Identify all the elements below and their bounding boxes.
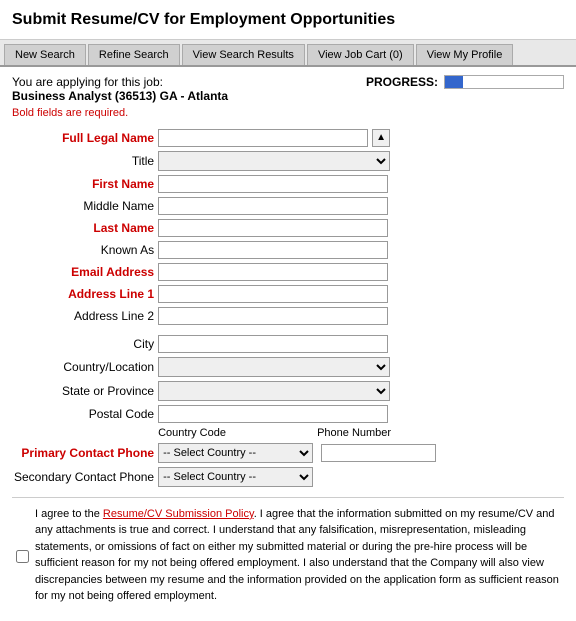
main-content: You are applying for this job: Business … [0, 67, 576, 621]
applying-text: You are applying for this job: [12, 75, 228, 89]
label-first-name: First Name [12, 173, 156, 195]
label-email-address: Email Address [12, 261, 156, 283]
phone-subheader-spacer [12, 425, 156, 441]
policy-link[interactable]: Resume/CV Submission Policy [103, 508, 254, 520]
row-middle-name: Middle Name [12, 195, 564, 217]
progress-bar-inner [445, 76, 463, 88]
label-state-province: State or Province [12, 379, 156, 403]
label-full-legal-name: Full Legal Name [12, 127, 156, 149]
row-full-legal-name: Full Legal Name ▲ [12, 127, 564, 149]
select-secondary-phone-cc[interactable]: -- Select Country -- [158, 467, 313, 487]
phone-subheader-row: Country Code Phone Number [12, 425, 564, 441]
row-state-province: State or Province [12, 379, 564, 403]
agreement-section: I agree to the Resume/CV Submission Poli… [12, 497, 564, 613]
input-email-address[interactable] [158, 263, 388, 281]
select-primary-phone-cc[interactable]: -- Select Country -- [158, 443, 313, 463]
label-address-line-2: Address Line 2 [12, 305, 156, 327]
row-first-name: First Name [12, 173, 564, 195]
input-cell-email-address [156, 261, 564, 283]
agreement-checkbox[interactable] [16, 508, 29, 605]
input-cell-full-legal-name: ▲ [156, 127, 564, 149]
label-known-as: Known As [12, 239, 156, 261]
tab-bar: New Search Refine Search View Search Res… [0, 40, 576, 67]
row-known-as: Known As [12, 239, 564, 261]
input-cell-state-province [156, 379, 564, 403]
row-email-address: Email Address [12, 261, 564, 283]
input-cell-address-line-1 [156, 283, 564, 305]
phone-number-header: Phone Number [317, 427, 391, 439]
tab-view-my-profile[interactable]: View My Profile [416, 44, 514, 65]
agreement-rest: . I agree that the information submitted… [35, 508, 559, 603]
row-postal-code: Postal Code [12, 403, 564, 425]
agreement-body: I agree to the Resume/CV Submission Poli… [35, 506, 560, 605]
input-full-legal-name[interactable] [158, 129, 368, 147]
row-address-line-2: Address Line 2 [12, 305, 564, 327]
phone-subheader-cell: Country Code Phone Number [156, 425, 564, 441]
input-city[interactable] [158, 335, 388, 353]
select-country-location[interactable] [158, 357, 390, 377]
row-primary-phone: Primary Contact Phone -- Select Country … [12, 441, 564, 465]
label-secondary-phone: Secondary Contact Phone [12, 465, 156, 489]
label-title: Title [12, 149, 156, 173]
input-last-name[interactable] [158, 219, 388, 237]
input-cell-country-location [156, 355, 564, 379]
label-country-location: Country/Location [12, 355, 156, 379]
agreement-prefix: I agree to the [35, 508, 103, 520]
job-title: Business Analyst (36513) GA - Atlanta [12, 89, 228, 103]
label-postal-code: Postal Code [12, 403, 156, 425]
input-postal-code[interactable] [158, 405, 388, 423]
label-address-line-1: Address Line 1 [12, 283, 156, 305]
input-cell-title [156, 149, 564, 173]
page-header: Submit Resume/CV for Employment Opportun… [0, 0, 576, 40]
tab-new-search[interactable]: New Search [4, 44, 86, 65]
input-address-line-2[interactable] [158, 307, 388, 325]
input-cell-postal-code [156, 403, 564, 425]
phone-cc-header: Country Code [158, 427, 313, 439]
row-city: City [12, 333, 564, 355]
label-middle-name: Middle Name [12, 195, 156, 217]
row-secondary-phone: Secondary Contact Phone -- Select Countr… [12, 465, 564, 489]
input-cell-first-name [156, 173, 564, 195]
input-cell-primary-phone: -- Select Country -- [156, 441, 564, 465]
tab-refine-search[interactable]: Refine Search [88, 44, 180, 65]
form-table: Full Legal Name ▲ Title First Name [12, 127, 564, 489]
input-cell-city [156, 333, 564, 355]
input-primary-phone-number[interactable] [321, 444, 436, 462]
row-title: Title [12, 149, 564, 173]
input-cell-middle-name [156, 195, 564, 217]
input-middle-name[interactable] [158, 197, 388, 215]
page-title: Submit Resume/CV for Employment Opportun… [12, 10, 564, 31]
row-address-line-1: Address Line 1 [12, 283, 564, 305]
label-last-name: Last Name [12, 217, 156, 239]
progress-label: PROGRESS: [366, 75, 438, 89]
select-title[interactable] [158, 151, 390, 171]
full-legal-name-icon[interactable]: ▲ [372, 129, 390, 147]
input-cell-known-as [156, 239, 564, 261]
required-note: Bold fields are required. [12, 107, 564, 119]
agreement-text: I agree to the Resume/CV Submission Poli… [16, 506, 560, 605]
progress-bar-outer [444, 75, 564, 89]
label-city: City [12, 333, 156, 355]
input-cell-last-name [156, 217, 564, 239]
job-info-row: You are applying for this job: Business … [12, 75, 564, 103]
tab-view-job-cart[interactable]: View Job Cart (0) [307, 44, 414, 65]
input-first-name[interactable] [158, 175, 388, 193]
input-cell-address-line-2 [156, 305, 564, 327]
row-country-location: Country/Location [12, 355, 564, 379]
input-cell-secondary-phone: -- Select Country -- [156, 465, 564, 489]
job-info: You are applying for this job: Business … [12, 75, 228, 103]
input-address-line-1[interactable] [158, 285, 388, 303]
progress-section: PROGRESS: [366, 75, 564, 89]
select-state-province[interactable] [158, 381, 390, 401]
input-known-as[interactable] [158, 241, 388, 259]
row-last-name: Last Name [12, 217, 564, 239]
label-primary-phone: Primary Contact Phone [12, 441, 156, 465]
tab-view-search-results[interactable]: View Search Results [182, 44, 305, 65]
